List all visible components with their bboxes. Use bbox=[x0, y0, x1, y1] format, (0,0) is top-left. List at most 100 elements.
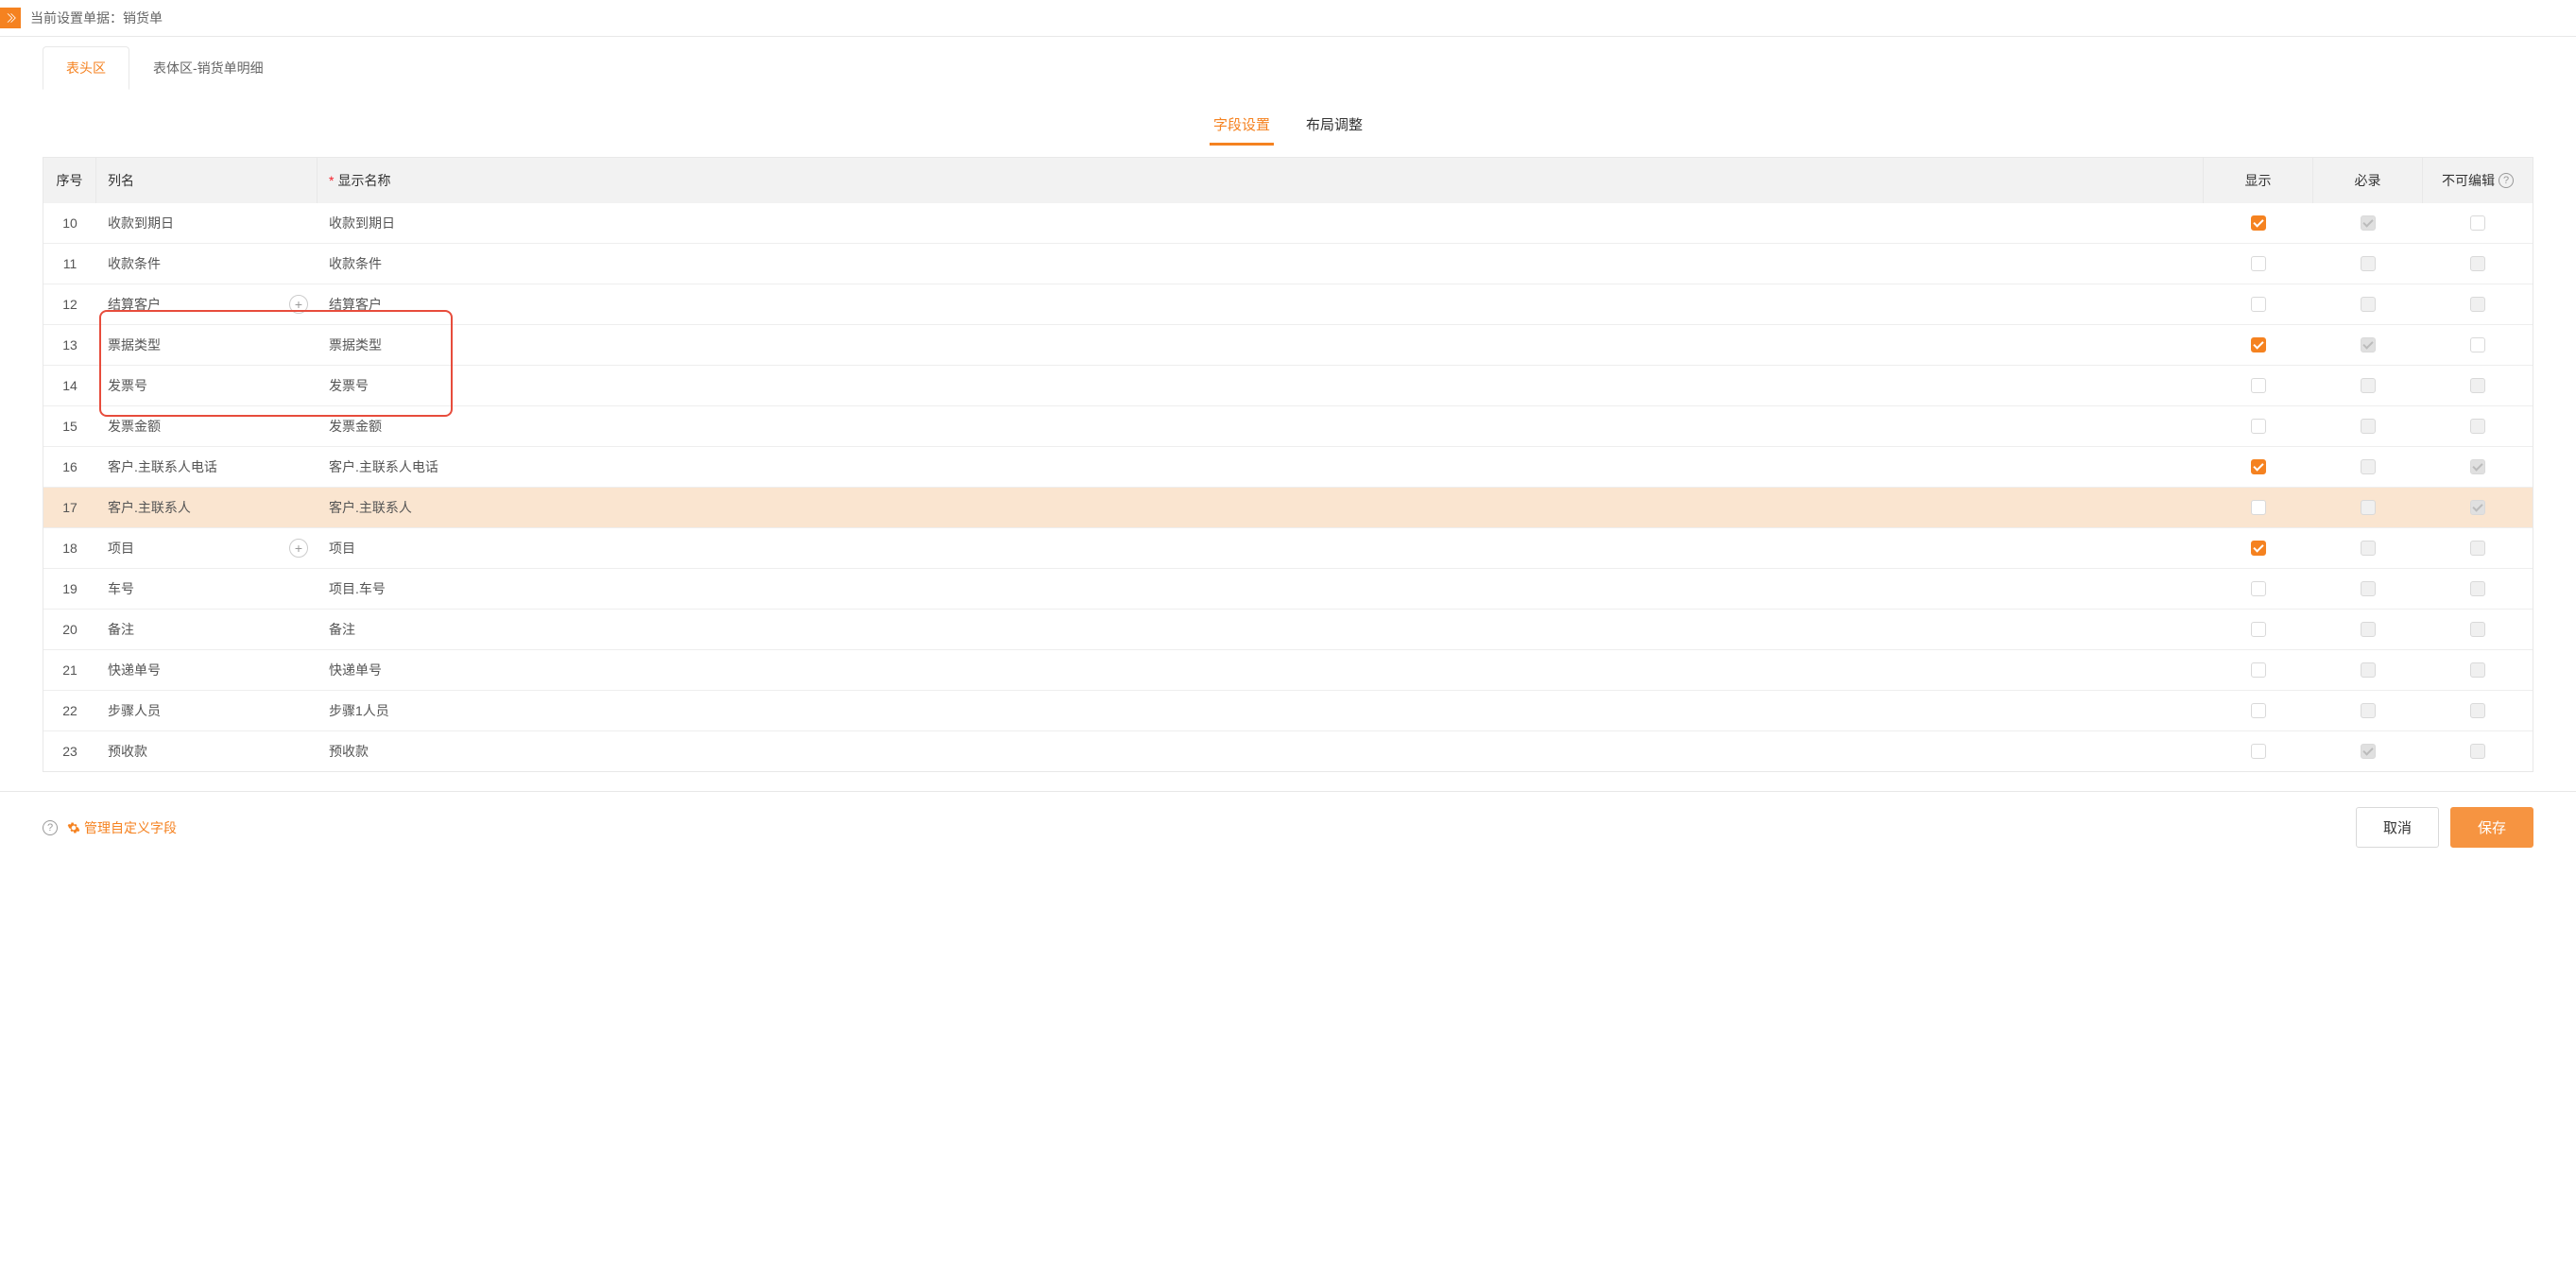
cell-seq: 17 bbox=[43, 488, 96, 527]
table-row[interactable]: 10收款到期日收款到期日 bbox=[43, 203, 2533, 244]
checkbox-locked[interactable] bbox=[2470, 337, 2485, 352]
cell-display[interactable]: 票据类型 bbox=[318, 325, 2204, 365]
checkbox-show[interactable] bbox=[2251, 662, 2266, 678]
cell-display[interactable]: 快递单号 bbox=[318, 650, 2204, 690]
checkbox-show[interactable] bbox=[2251, 541, 2266, 556]
tab-main-0[interactable]: 表头区 bbox=[43, 46, 129, 90]
chevron-double-right-icon bbox=[4, 11, 17, 25]
header-show: 显示 bbox=[2204, 158, 2313, 203]
table-row[interactable]: 11收款条件收款条件 bbox=[43, 244, 2533, 284]
table-row[interactable]: 22步骤人员步骤1人员 bbox=[43, 691, 2533, 731]
cell-display[interactable]: 项目 bbox=[318, 528, 2204, 568]
table-row[interactable]: 14发票号发票号 bbox=[43, 366, 2533, 406]
checkbox-show[interactable] bbox=[2251, 378, 2266, 393]
cell-display[interactable]: 结算客户 bbox=[318, 284, 2204, 324]
table-row[interactable]: 12结算客户+结算客户 bbox=[43, 284, 2533, 325]
checkbox-show[interactable] bbox=[2251, 337, 2266, 352]
cell-seq: 19 bbox=[43, 569, 96, 609]
cell-name: 客户.主联系人电话 bbox=[96, 447, 318, 487]
cell-display[interactable]: 发票号 bbox=[318, 366, 2204, 405]
checkbox-show[interactable] bbox=[2251, 215, 2266, 231]
cell-display[interactable]: 备注 bbox=[318, 610, 2204, 649]
cell-seq: 20 bbox=[43, 610, 96, 649]
checkbox-locked bbox=[2470, 703, 2485, 718]
help-icon[interactable]: ? bbox=[2499, 173, 2514, 188]
header-locked-text: 不可编辑 bbox=[2442, 171, 2495, 190]
checkbox-show[interactable] bbox=[2251, 500, 2266, 515]
cell-locked bbox=[2423, 325, 2533, 365]
header-required: 必录 bbox=[2313, 158, 2423, 203]
cell-name: 步骤人员 bbox=[96, 691, 318, 731]
cell-show bbox=[2204, 528, 2313, 568]
cell-locked bbox=[2423, 650, 2533, 690]
cell-name: 发票金额 bbox=[96, 406, 318, 446]
checkbox-required bbox=[2361, 256, 2376, 271]
header-doc-name: 销货单 bbox=[123, 9, 163, 27]
cell-display[interactable]: 步骤1人员 bbox=[318, 691, 2204, 731]
cell-name: 快递单号 bbox=[96, 650, 318, 690]
table-row[interactable]: 13票据类型票据类型 bbox=[43, 325, 2533, 366]
checkbox-show[interactable] bbox=[2251, 297, 2266, 312]
cell-display[interactable]: 预收款 bbox=[318, 731, 2204, 771]
checkbox-show[interactable] bbox=[2251, 459, 2266, 474]
checkbox-locked bbox=[2470, 744, 2485, 759]
cell-show bbox=[2204, 366, 2313, 405]
cell-display[interactable]: 收款条件 bbox=[318, 244, 2204, 284]
checkbox-show[interactable] bbox=[2251, 581, 2266, 596]
checkbox-required bbox=[2361, 622, 2376, 637]
cell-locked bbox=[2423, 203, 2533, 243]
cell-seq: 14 bbox=[43, 366, 96, 405]
table-row[interactable]: 17客户.主联系人客户.主联系人 bbox=[43, 488, 2533, 528]
checkbox-locked bbox=[2470, 581, 2485, 596]
cell-required bbox=[2313, 569, 2423, 609]
save-button[interactable]: 保存 bbox=[2450, 807, 2533, 848]
manage-custom-fields-link[interactable]: 管理自定义字段 bbox=[67, 818, 177, 837]
table-row[interactable]: 23预收款预收款 bbox=[43, 731, 2533, 771]
table-row[interactable]: 16客户.主联系人电话客户.主联系人电话 bbox=[43, 447, 2533, 488]
expand-panel-button[interactable] bbox=[0, 8, 21, 28]
checkbox-locked bbox=[2470, 622, 2485, 637]
checkbox-locked[interactable] bbox=[2470, 215, 2485, 231]
table-row[interactable]: 20备注备注 bbox=[43, 610, 2533, 650]
table-row[interactable]: 19车号项目.车号 bbox=[43, 569, 2533, 610]
cell-required bbox=[2313, 366, 2423, 405]
table-row[interactable]: 21快递单号快递单号 bbox=[43, 650, 2533, 691]
cell-display[interactable]: 客户.主联系人电话 bbox=[318, 447, 2204, 487]
checkbox-show[interactable] bbox=[2251, 703, 2266, 718]
cell-locked bbox=[2423, 610, 2533, 649]
tab-sub-0[interactable]: 字段设置 bbox=[1210, 107, 1274, 146]
checkbox-required bbox=[2361, 703, 2376, 718]
cell-display[interactable]: 客户.主联系人 bbox=[318, 488, 2204, 527]
add-sub-field-button[interactable]: + bbox=[289, 539, 308, 558]
add-sub-field-button[interactable]: + bbox=[289, 295, 308, 314]
cell-display[interactable]: 收款到期日 bbox=[318, 203, 2204, 243]
cell-show bbox=[2204, 406, 2313, 446]
tab-main-1[interactable]: 表体区-销货单明细 bbox=[129, 46, 287, 90]
checkbox-required bbox=[2361, 541, 2376, 556]
field-table: 序号 列名 * 显示名称 显示 必录 不可编辑 ? 10收款到期日收款到期日11… bbox=[43, 157, 2533, 772]
header-seq: 序号 bbox=[43, 158, 96, 203]
help-icon[interactable]: ? bbox=[43, 820, 58, 835]
table-body: 10收款到期日收款到期日11收款条件收款条件12结算客户+结算客户13票据类型票… bbox=[43, 203, 2533, 771]
gear-icon bbox=[67, 821, 80, 834]
tab-sub-1[interactable]: 布局调整 bbox=[1302, 107, 1366, 146]
checkbox-show[interactable] bbox=[2251, 744, 2266, 759]
cell-show bbox=[2204, 691, 2313, 731]
footer-left: ? 管理自定义字段 bbox=[43, 818, 177, 837]
table-row[interactable]: 15发票金额发票金额 bbox=[43, 406, 2533, 447]
cell-required bbox=[2313, 731, 2423, 771]
cell-locked bbox=[2423, 406, 2533, 446]
cell-name: 预收款 bbox=[96, 731, 318, 771]
cell-name: 客户.主联系人 bbox=[96, 488, 318, 527]
checkbox-required bbox=[2361, 378, 2376, 393]
cell-required bbox=[2313, 284, 2423, 324]
cancel-button[interactable]: 取消 bbox=[2356, 807, 2439, 848]
cell-display[interactable]: 发票金额 bbox=[318, 406, 2204, 446]
checkbox-show[interactable] bbox=[2251, 256, 2266, 271]
table-row[interactable]: 18项目+项目 bbox=[43, 528, 2533, 569]
sub-tabs: 字段设置布局调整 bbox=[0, 90, 2576, 146]
checkbox-show[interactable] bbox=[2251, 419, 2266, 434]
checkbox-show[interactable] bbox=[2251, 622, 2266, 637]
main-tabs: 表头区表体区-销货单明细 bbox=[0, 37, 2576, 90]
cell-display[interactable]: 项目.车号 bbox=[318, 569, 2204, 609]
